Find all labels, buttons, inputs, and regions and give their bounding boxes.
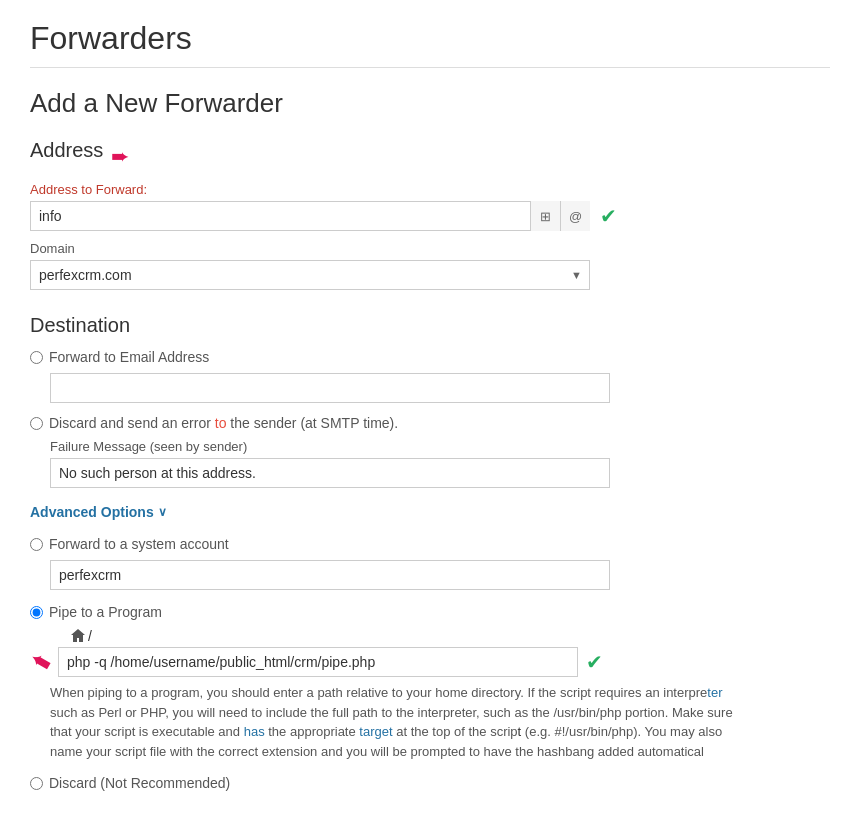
home-icon [70, 628, 86, 644]
pipe-input-wrapper [58, 647, 578, 677]
address-input-wrapper: ⊞ @ [30, 201, 590, 231]
address-arrow-icon: ➨ [111, 144, 129, 170]
pipe-home-icon-row: / [70, 628, 830, 644]
forward-email-input[interactable] [50, 373, 610, 403]
advanced-options-section: Advanced Options ∨ Forward to a system a… [30, 504, 830, 791]
discard-error-label: Discard and send an error to the sender … [49, 415, 398, 431]
domain-label: Domain [30, 241, 830, 256]
advanced-options-label: Advanced Options [30, 504, 154, 520]
forward-email-input-wrapper [50, 373, 610, 403]
discard-nr-label: Discard (Not Recommended) [49, 775, 230, 791]
domain-select-wrapper: perfexcrm.com [30, 260, 590, 290]
page-title: Forwarders [30, 20, 830, 68]
at-icon[interactable]: @ [560, 201, 590, 231]
advanced-options-chevron: ∨ [158, 505, 167, 519]
destination-section: Destination Forward to Email Address Dis… [30, 314, 830, 488]
failure-message-label: Failure Message (seen by sender) [50, 439, 830, 454]
pipe-slash: / [88, 628, 92, 644]
system-account-row: Forward to a system account [30, 536, 830, 552]
add-forwarder-title: Add a New Forwarder [30, 88, 830, 119]
address-section: Address ➨ Address to Forward: ⊞ @ ✔ Doma… [30, 139, 830, 290]
pipe-program-input[interactable] [58, 647, 578, 677]
pipe-valid-icon: ✔ [586, 650, 603, 674]
bookmark-icon[interactable]: ⊞ [530, 201, 560, 231]
discard-error-radio[interactable] [30, 417, 43, 430]
advanced-options-toggle[interactable]: Advanced Options ∨ [30, 504, 830, 520]
forward-email-radio[interactable] [30, 351, 43, 364]
pipe-program-row: Pipe to a Program [30, 604, 830, 620]
pipe-program-radio[interactable] [30, 606, 43, 619]
system-account-input-wrapper [50, 560, 610, 590]
address-valid-icon: ✔ [600, 204, 617, 228]
pipe-arrow-icon: ➨ [24, 643, 59, 681]
domain-select[interactable]: perfexcrm.com [30, 260, 590, 290]
forward-email-row: Forward to Email Address [30, 349, 830, 365]
discard-nr-row: Discard (Not Recommended) [30, 775, 830, 791]
failure-message-input[interactable] [50, 458, 610, 488]
pipe-row-container: / ➨ ✔ When piping to a program, you shou… [30, 628, 830, 761]
system-account-input[interactable] [50, 560, 610, 590]
forward-email-label: Forward to Email Address [49, 349, 209, 365]
discard-error-row: Discard and send an error to the sender … [30, 415, 830, 431]
destination-section-title: Destination [30, 314, 830, 337]
pipe-program-label: Pipe to a Program [49, 604, 162, 620]
failure-message-wrapper [50, 458, 610, 488]
system-account-radio[interactable] [30, 538, 43, 551]
address-section-title: Address [30, 139, 103, 162]
system-account-label: Forward to a system account [49, 536, 229, 552]
discard-nr-radio[interactable] [30, 777, 43, 790]
address-to-forward-input[interactable] [30, 201, 590, 231]
address-field-label: Address to Forward: [30, 182, 830, 197]
pipe-description: When piping to a program, you should ent… [50, 683, 750, 761]
